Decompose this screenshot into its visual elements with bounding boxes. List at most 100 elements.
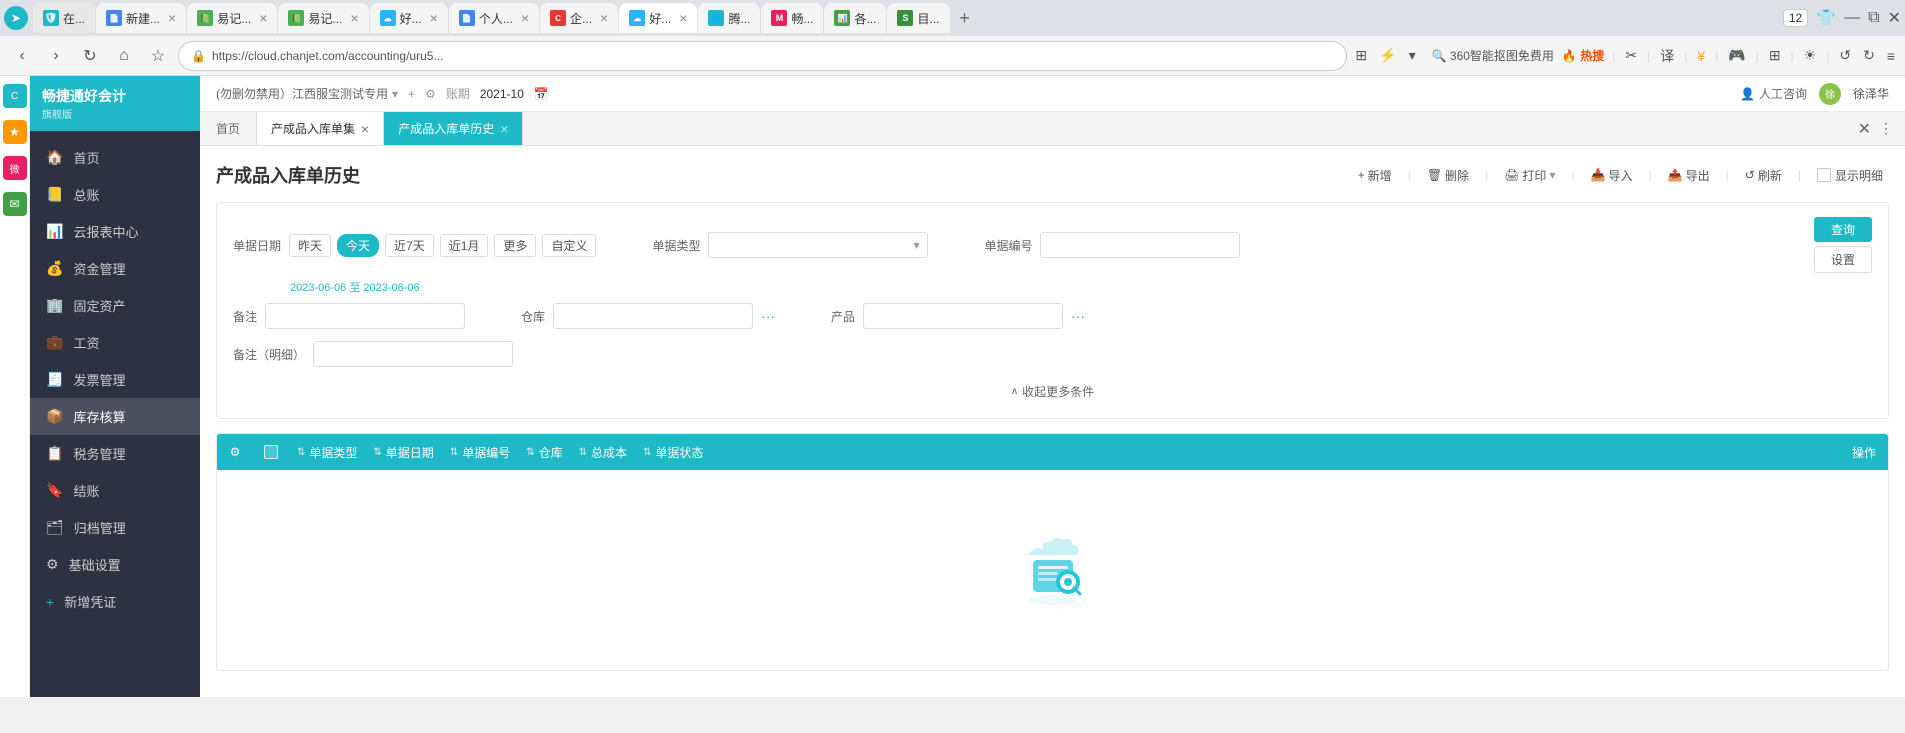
table-select-all[interactable]	[253, 445, 289, 459]
sidebar-item-home[interactable]: 🏠 首页	[30, 139, 200, 176]
refresh-button[interactable]: ↺ 刷新	[1739, 164, 1788, 187]
date-btn-yesterday[interactable]: 昨天	[289, 234, 331, 257]
tab-close-icon[interactable]: ×	[350, 11, 358, 25]
minimize-icon[interactable]: —	[1844, 9, 1860, 27]
mail-icon[interactable]: ✉	[3, 192, 27, 216]
remark-detail-input[interactable]	[313, 341, 513, 367]
tab-各[interactable]: 📊 各...	[824, 3, 886, 33]
warehouse-dots-icon[interactable]: ···	[761, 308, 775, 324]
breadcrumb-home[interactable]: 首页	[200, 112, 257, 145]
tab-close-icon[interactable]: ×	[168, 11, 176, 25]
weibo-icon[interactable]: 微	[3, 156, 27, 180]
date-btn-more[interactable]: 更多	[494, 234, 536, 257]
calendar-icon[interactable]: 📅	[534, 87, 549, 101]
scissors-tool[interactable]: ✂	[1623, 45, 1639, 66]
theme-tool[interactable]: ☀	[1802, 45, 1819, 66]
query-button[interactable]: 查询	[1814, 217, 1872, 242]
bookmark-button[interactable]: ☆	[144, 42, 172, 70]
tab-close-icon[interactable]: ×	[361, 122, 369, 136]
sidebar-item-ledger[interactable]: 📒 总账	[30, 176, 200, 213]
date-btn-today[interactable]: 今天	[337, 234, 379, 257]
tab-tencent[interactable]: 🌐 腾...	[698, 3, 760, 33]
sidebar-item-newbill[interactable]: + 新增凭证	[30, 583, 200, 620]
select-all-checkbox[interactable]	[264, 445, 278, 459]
th-total-cost[interactable]: ⇅ 总成本	[571, 444, 635, 461]
print-button[interactable]: 🖨 打印 ▾	[1498, 164, 1561, 187]
tab-close-icon[interactable]: ×	[679, 11, 687, 25]
sidebar-item-basic[interactable]: ⚙ 基础设置	[30, 546, 200, 583]
settings-button[interactable]: 设置	[1814, 246, 1872, 273]
add-button[interactable]: + 新增	[1352, 164, 1398, 187]
lightning-icon[interactable]: ⚡	[1377, 45, 1398, 66]
tab-目[interactable]: S 目...	[887, 3, 949, 33]
show-cols-toggle[interactable]: 显示明细	[1811, 164, 1889, 187]
bill-no-input[interactable]	[1040, 232, 1240, 258]
date-btn-7days[interactable]: 近7天	[385, 234, 434, 257]
delete-button[interactable]: 🗑 删除	[1421, 164, 1475, 187]
company-select[interactable]: (勿删勿禁用）江西服宝测试专用 ▾	[216, 85, 398, 102]
new-tab-button[interactable]: +	[951, 4, 979, 32]
tab-enterprise[interactable]: C 企... ×	[540, 3, 618, 33]
th-bill-status[interactable]: ⇅ 单据状态	[635, 444, 711, 461]
sidebar-item-salary[interactable]: 💼 工资	[30, 324, 200, 361]
bill-type-select[interactable]: ▾	[708, 232, 928, 258]
tab-close-icon[interactable]: ×	[430, 11, 438, 25]
sidebar-item-checkout[interactable]: 🔖 结账	[30, 472, 200, 509]
tab-close-icon[interactable]: ×	[259, 11, 267, 25]
warehouse-input[interactable]	[553, 303, 753, 329]
yuan-tool[interactable]: ¥	[1695, 46, 1707, 66]
sidebar-item-inventory[interactable]: 📦 库存核算	[30, 398, 200, 435]
sidebar-item-tax[interactable]: 📋 税务管理	[30, 435, 200, 472]
remark-input[interactable]	[265, 303, 465, 329]
tab-new-doc[interactable]: 📄 新建... ×	[96, 3, 186, 33]
tab-bill-history[interactable]: 产成品入库单历史 ×	[384, 112, 523, 145]
th-bill-type[interactable]: ⇅ 单据类型	[289, 444, 365, 461]
redo-tool[interactable]: ↻	[1861, 45, 1877, 66]
show-cols-checkbox[interactable]	[1817, 168, 1831, 182]
home-button[interactable]: ⌂	[110, 42, 138, 70]
tab-easyrecord1[interactable]: 📗 易记... ×	[187, 3, 277, 33]
layout-tool[interactable]: ⊞	[1767, 45, 1783, 66]
tab-close-icon[interactable]: ×	[500, 122, 508, 136]
restore-icon[interactable]: ⧉	[1868, 9, 1879, 27]
forward-button[interactable]: ›	[42, 42, 70, 70]
more-tool[interactable]: ≡	[1885, 46, 1897, 66]
date-btn-1month[interactable]: 近1月	[440, 234, 489, 257]
grid-icon[interactable]: ⊞	[1353, 45, 1369, 66]
tab-close-icon[interactable]: ×	[600, 11, 608, 25]
sidebar-item-asset[interactable]: 🏢 固定资产	[30, 287, 200, 324]
tab-bill-list[interactable]: 产成品入库单集 ×	[257, 112, 384, 145]
import-button[interactable]: 📥 导入	[1585, 164, 1639, 187]
tab-close-icon[interactable]: ×	[521, 11, 529, 25]
th-warehouse[interactable]: ⇅ 仓库	[518, 444, 570, 461]
th-bill-no[interactable]: ⇅ 单据编号	[442, 444, 518, 461]
export-button[interactable]: 📤 导出	[1662, 164, 1716, 187]
product-dots-icon[interactable]: ···	[1071, 308, 1085, 324]
user-service-btn[interactable]: 👤 人工咨询	[1740, 85, 1807, 102]
add-company-btn[interactable]: +	[408, 87, 415, 101]
collapse-button[interactable]: ∧ 收起更多条件	[1011, 379, 1094, 404]
tab-cloud1[interactable]: ☁ 好... ×	[370, 3, 448, 33]
settings-icon[interactable]: ⚙	[425, 87, 436, 101]
sidebar-item-invoice[interactable]: 🧾 发票管理	[30, 361, 200, 398]
game-tool[interactable]: 🎮	[1726, 45, 1747, 66]
sidebar-item-report[interactable]: 📊 云报表中心	[30, 213, 200, 250]
product-input[interactable]	[863, 303, 1063, 329]
dropdown-arrow[interactable]: ▾	[1407, 45, 1418, 66]
th-bill-date[interactable]: ⇅ 单据日期	[365, 444, 441, 461]
tab-畅[interactable]: M 畅...	[761, 3, 823, 33]
date-btn-custom[interactable]: 自定义	[542, 234, 596, 257]
close-icon[interactable]: ✕	[1888, 8, 1901, 28]
tab-cloud-active[interactable]: ☁ 好... ×	[619, 3, 697, 33]
table-settings-icon[interactable]: ⚙	[217, 445, 253, 459]
tab-in-bookmark[interactable]: 🛡 在...	[33, 3, 95, 33]
translate-tool[interactable]: 译	[1658, 44, 1676, 68]
close-tab-btn[interactable]: ✕	[1858, 119, 1871, 139]
sidebar-item-fund[interactable]: 💰 资金管理	[30, 250, 200, 287]
sidebar-item-archive[interactable]: 🗂 归档管理	[30, 509, 200, 546]
url-bar[interactable]: 🔒 https://cloud.chanjet.com/accounting/u…	[178, 41, 1347, 71]
undo-tool[interactable]: ↺	[1837, 45, 1853, 66]
tab-personal[interactable]: 📄 个人... ×	[449, 3, 539, 33]
tab-easyrecord2[interactable]: 📗 易记... ×	[278, 3, 368, 33]
back-button[interactable]: ‹	[8, 42, 36, 70]
